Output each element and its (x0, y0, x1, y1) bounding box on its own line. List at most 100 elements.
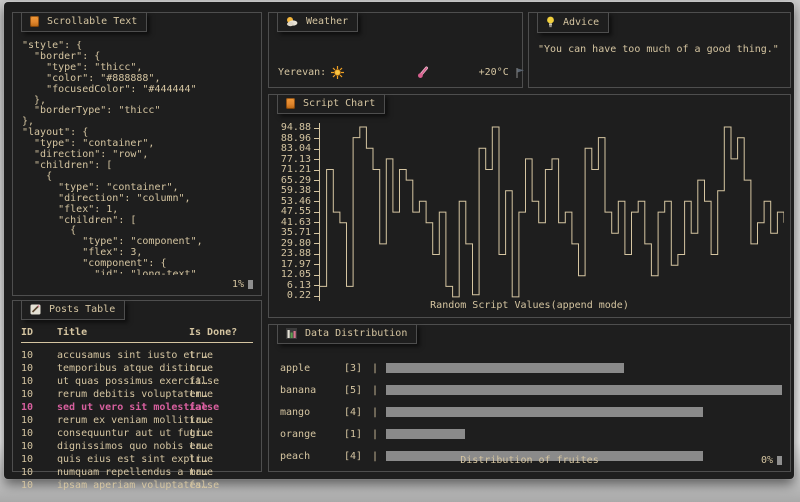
orange-book-icon (286, 98, 295, 109)
table-row[interactable]: 10 temporibus atque distinc… true (21, 362, 253, 375)
weather-tab[interactable]: Weather (277, 12, 359, 32)
cell-done: true (189, 454, 214, 465)
cell-done: true (189, 363, 214, 374)
y-tick: 6.13 (287, 280, 319, 291)
scrollable-text-title: Scrollable Text (47, 16, 138, 27)
cell-id: 10 (21, 350, 34, 361)
scrollbar-thumb-icon (777, 456, 782, 465)
y-tick: 77.13 (281, 154, 319, 165)
scroll-percent: 1% (231, 279, 244, 290)
thermometer-icon (417, 44, 477, 101)
table-row[interactable]: 10 numquam repellendus a ma… true (21, 466, 253, 479)
y-tick: 83.04 (281, 144, 319, 154)
table-row[interactable]: 10 rerum ex veniam mollitia… true (21, 414, 253, 427)
y-tick-label: 65.29 (280, 174, 311, 186)
cell-id: 10 (21, 454, 34, 465)
col-header-title: Title (57, 327, 88, 338)
y-tick-label: 17.97 (280, 258, 311, 270)
panel-scrollable-text: Scrollable Text "style": { "border": { "… (12, 12, 262, 296)
cell-title: ut quas possimus exercit… (57, 376, 208, 387)
bar (386, 429, 466, 439)
y-tick: 17.97 (280, 258, 319, 270)
table-row[interactable]: 10 rerum debitis voluptatem… true (21, 388, 253, 401)
y-tick: 23.88 (281, 249, 319, 259)
y-tick-label: 53.46 (280, 195, 311, 207)
cell-done: true (189, 350, 214, 361)
y-tick: 71.21 (281, 165, 319, 175)
y-tick: 12.05 (281, 270, 319, 280)
json-text[interactable]: "style": { "border": { "type": "thicc", … (22, 41, 255, 275)
distribution-scroll-indicator[interactable]: 0% (761, 455, 782, 466)
panel-posts-table: Posts Table ID Title Is Done? 10 accusamu… (12, 300, 262, 491)
weather-temperature: +20°C (478, 67, 509, 78)
bar-track (386, 363, 782, 373)
script-chart-tab[interactable]: Script Chart (277, 94, 386, 114)
script-chart-plot-area[interactable]: 94.88 88.96 83.04 77.13 71.21 65.29 59.38 53.46… (277, 123, 784, 301)
y-tick: 59.38 (281, 186, 319, 196)
cell-title: sed ut vero sit molestiae (57, 402, 208, 413)
table-row[interactable]: 10 sed ut vero sit molestiae false (21, 401, 253, 414)
table-row[interactable]: 10 ut quas possimus exercit… false (21, 375, 253, 388)
fruit-label: apple (280, 362, 311, 374)
fruit-label: mango (280, 406, 311, 418)
y-tick: 29.80 (281, 238, 319, 249)
y-tick: 47.55 (281, 207, 319, 217)
posts-table-body: 10 accusamus sint iusto et … true 10 tempori… (21, 349, 253, 492)
table-row[interactable]: 10 dignissimos quo nobis ea… true (21, 440, 253, 453)
cell-id: 10 (21, 376, 34, 387)
cell-title: ipsam aperiam voluptates… (57, 480, 208, 491)
fruit-count: [4] (344, 406, 363, 418)
cell-id: 10 (21, 467, 34, 478)
fruit-label: banana (280, 384, 317, 396)
posts-table-title: Posts Table (49, 304, 116, 315)
panel-script-chart: Script Chart 94.88 88.96 83.04 77.13 71.21 65… (268, 94, 791, 318)
fruit-count: [3] (344, 362, 363, 374)
advice-quote: "You can have too much of a good thing." (538, 44, 779, 55)
terminal-window: Scrollable Text "style": { "border": { "… (4, 2, 794, 491)
cell-done: false (189, 376, 220, 387)
distribution-scroll-percent: 0% (760, 455, 773, 466)
posts-table-header: ID Title Is Done? (21, 327, 253, 343)
bar-track (386, 385, 782, 395)
y-tick: 65.29 (280, 174, 319, 186)
data-distribution-tab[interactable]: Data Distribution (277, 324, 418, 344)
cell-done: true (189, 415, 214, 426)
panel-advice: Advice "You can have too much of a good … (528, 12, 791, 88)
bar-chart-icon (286, 328, 297, 339)
posts-table-tab[interactable]: Posts Table (21, 300, 126, 320)
bar-axis-tick: | (372, 384, 379, 396)
chart-canvas (319, 123, 784, 301)
table-row[interactable]: 10 quis eius est sint expli… true (21, 453, 253, 466)
cell-title: rerum debitis voluptatem… (57, 389, 208, 400)
chart-x-label: Random Script Values(append mode) (430, 300, 629, 311)
y-tick-label: 59.38 (280, 185, 311, 196)
table-row[interactable]: 10 consequuntur aut ut fugi… true (21, 427, 253, 440)
fruit-count: [5] (344, 384, 363, 396)
scroll-icon (30, 16, 39, 27)
cell-title: dignissimos quo nobis ea… (57, 441, 208, 452)
scrollable-text-scroll-indicator[interactable]: 1% (232, 279, 253, 290)
advice-tab[interactable]: Advice (537, 12, 610, 33)
table-row[interactable]: 10 ipsam aperiam voluptates… false (21, 479, 253, 492)
scrollable-text-tab[interactable]: Scrollable Text (21, 12, 148, 32)
cell-id: 10 (21, 441, 34, 452)
distribution-row: mango [4] | (280, 401, 782, 423)
y-tick-label: 41.63 (280, 216, 311, 228)
cell-title: numquam repellendus a ma… (57, 467, 208, 478)
desktop-background: Scrollable Text "style": { "border": { "… (0, 0, 800, 502)
table-row[interactable]: 10 accusamus sint iusto et … true (21, 349, 253, 362)
cell-id: 10 (21, 428, 34, 439)
cell-title: consequuntur aut ut fugi… (57, 428, 208, 439)
fruit-count: [1] (344, 428, 363, 440)
y-tick-label: 88.96 (280, 132, 311, 144)
cell-title: accusamus sint iusto et … (57, 350, 208, 361)
distribution-rows: apple [3] | banana [5] | mango [4] | orange [1] | pe… (280, 357, 782, 467)
y-tick-label: 47.55 (280, 206, 311, 217)
cell-title: temporibus atque distinc… (57, 363, 208, 374)
cell-done: false (189, 402, 220, 413)
sun-icon (331, 44, 391, 101)
y-tick: 35.71 (281, 228, 319, 238)
cell-done: true (189, 441, 214, 452)
y-tick-label: 12.05 (280, 269, 311, 280)
bar (386, 385, 782, 395)
